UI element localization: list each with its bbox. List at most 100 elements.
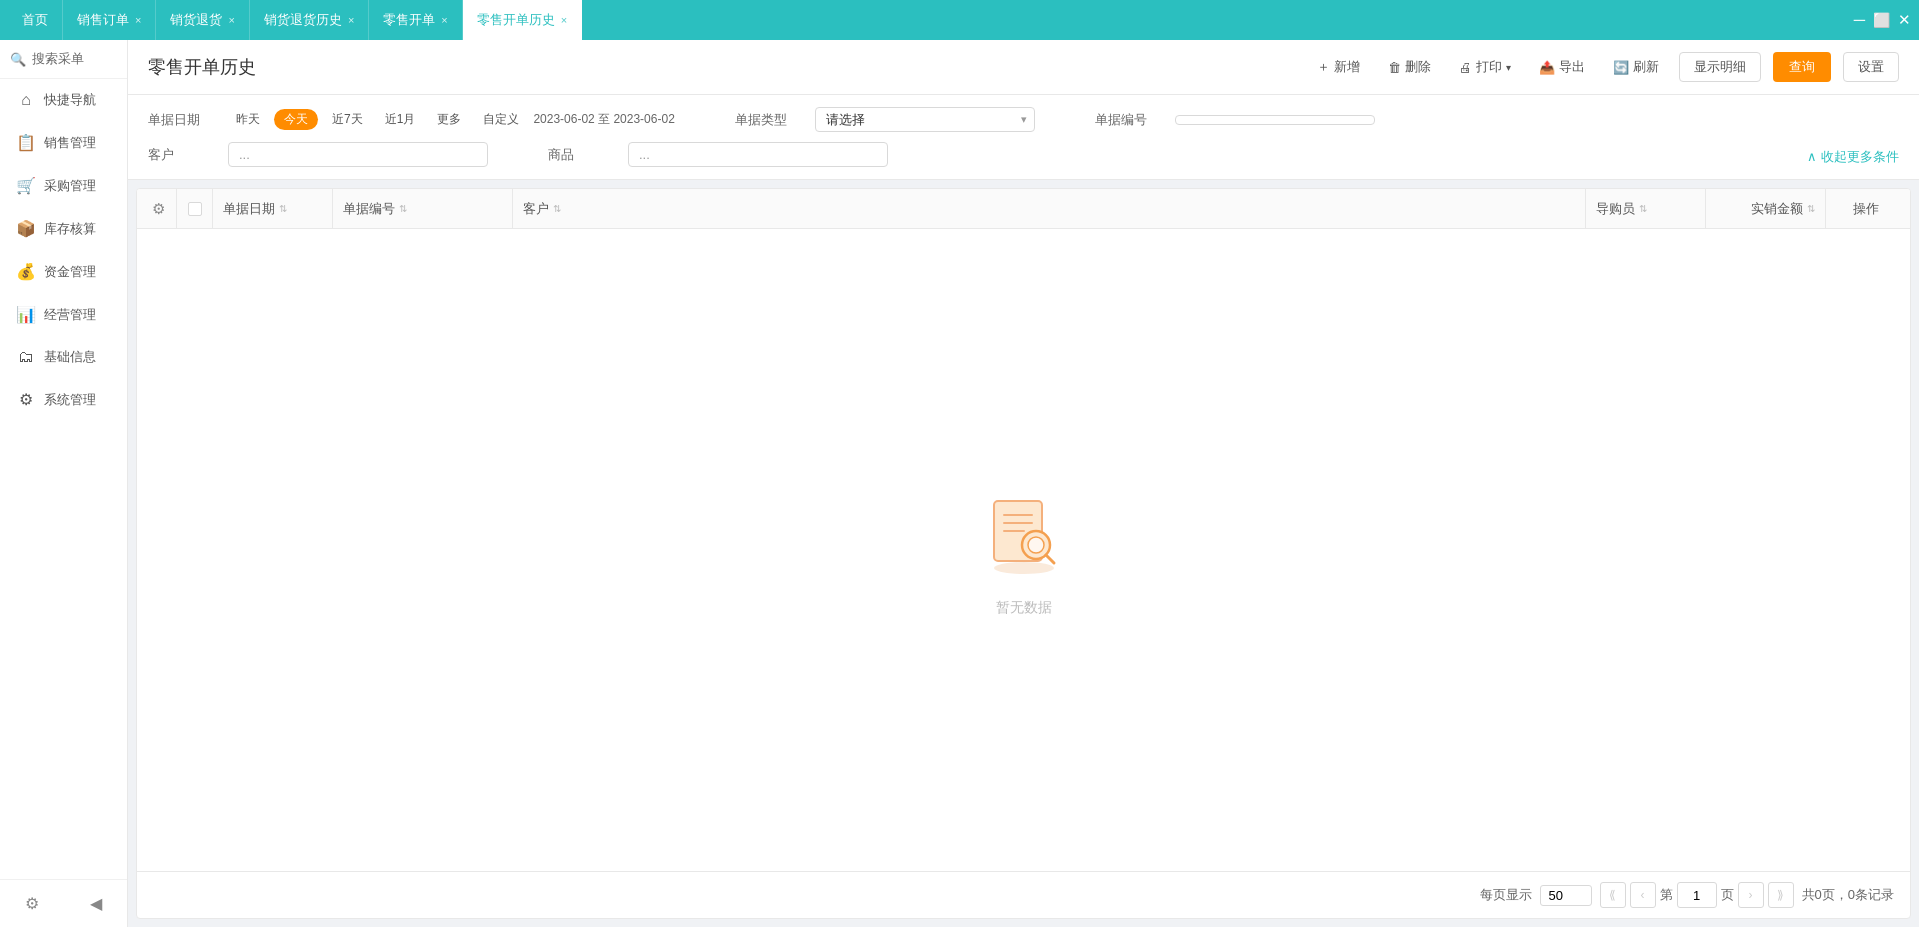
basic-info-icon: 🗂 [16,348,36,366]
sidebar-settings-btn[interactable]: ⚙ [21,890,43,917]
th-billno[interactable]: 单据编号 ⇅ [333,189,513,228]
tab-sales-return[interactable]: 销货退货 × [156,0,249,40]
th-customer[interactable]: 客户 ⇅ [513,189,1586,228]
query-button[interactable]: 查询 [1773,52,1831,82]
sidebar-search[interactable]: 🔍 搜索采单 [0,40,127,79]
tab-sales-order-close[interactable]: × [135,14,141,26]
per-page-select[interactable]: 20 50 100 [1540,885,1592,906]
date-btn-1month[interactable]: 近1月 [377,109,424,130]
sidebar-item-purchase-mgmt-label: 采购管理 [44,177,96,195]
sidebar-item-ops-mgmt-label: 经营管理 [44,306,96,324]
tab-home[interactable]: 首页 [8,0,63,40]
select-all-checkbox[interactable] [188,202,202,216]
th-guide[interactable]: 导购员 ⇅ [1586,189,1706,228]
goods-input[interactable]: ... [628,142,888,167]
collapse-label: 收起更多条件 [1821,148,1899,166]
sidebar-item-inventory[interactable]: 📦 库存核算 [0,207,127,250]
tab-retail-open[interactable]: 零售开单 × [369,0,462,40]
sys-icon: ⚙ [16,390,36,409]
page-last-btn[interactable]: ⟫ [1768,882,1794,908]
tab-retail-open-close[interactable]: × [441,14,447,26]
collapse-button[interactable]: ∧ 收起更多条件 [1807,148,1899,166]
th-amount-sort-icon: ⇅ [1807,203,1815,214]
add-button[interactable]: ＋ 新增 [1309,54,1368,80]
minimize-btn[interactable]: ─ [1854,11,1865,29]
tab-sales-return-close[interactable]: × [228,14,234,26]
sidebar-item-ops-mgmt[interactable]: 📊 经营管理 [0,293,127,336]
table-header: ⚙ 单据日期 ⇅ 单据编号 ⇅ 客户 ⇅ 导购员 [137,189,1910,229]
toolbar: ＋ 新增 🗑 删除 🖨 打印 ▾ 📤 导出 🔄 [1309,52,1899,82]
finance-icon: 💰 [16,262,36,281]
sidebar-item-basic-info[interactable]: 🗂 基础信息 [0,336,127,378]
refresh-button[interactable]: 🔄 刷新 [1605,54,1667,80]
pagination: 每页显示 20 50 100 ⟪ ‹ 第 页 › ⟫ [137,871,1910,918]
bill-type-select[interactable]: 请选择 [815,107,1035,132]
th-settings[interactable]: ⚙ [141,189,177,228]
svg-point-7 [1028,537,1044,553]
th-customer-sort-icon: ⇅ [553,203,561,214]
bill-no-input[interactable] [1175,115,1375,125]
query-label: 查询 [1789,58,1815,76]
print-button[interactable]: 🖨 打印 ▾ [1451,54,1519,80]
close-btn[interactable]: ✕ [1898,11,1911,29]
goods-label: 商品 [548,146,608,164]
tab-retail-open-history[interactable]: 零售开单历史 × [463,0,582,40]
page-header: 零售开单历史 ＋ 新增 🗑 删除 🖨 打印 ▾ 📤 导出 [128,40,1919,95]
sidebar-item-finance-label: 资金管理 [44,263,96,281]
sidebar-item-basic-info-label: 基础信息 [44,348,96,366]
export-button[interactable]: 📤 导出 [1531,54,1593,80]
column-settings-icon[interactable]: ⚙ [152,200,165,218]
per-page-label: 每页显示 [1480,886,1532,904]
date-range-display: 2023-06-02 至 2023-06-02 [533,111,674,128]
page-title: 零售开单历史 [148,55,256,79]
per-page-select-wrap: 20 50 100 [1540,885,1592,906]
th-date-sort-icon: ⇅ [279,203,287,214]
sidebar-bottom: ⚙ ◀ [0,879,127,927]
inventory-icon: 📦 [16,219,36,238]
display-cols-button[interactable]: 显示明细 [1679,52,1761,82]
sidebar-item-finance[interactable]: 💰 资金管理 [0,250,127,293]
page-prev-btn[interactable]: ‹ [1630,882,1656,908]
page-next-btn[interactable]: › [1738,882,1764,908]
date-btn-more[interactable]: 更多 [429,109,469,130]
tab-retail-open-history-close[interactable]: × [561,14,567,26]
sidebar-item-purchase-mgmt[interactable]: 🛒 采购管理 [0,164,127,207]
tab-home-label: 首页 [22,11,48,29]
sidebar-collapse-btn[interactable]: ◀ [86,890,106,917]
th-amount[interactable]: 实销金额 ⇅ [1706,189,1826,228]
tab-sales-return-label: 销货退货 [170,11,222,29]
date-btn-7days[interactable]: 近7天 [324,109,371,130]
th-guide-label: 导购员 [1596,200,1635,218]
tab-sales-return-history-close[interactable]: × [348,14,354,26]
ops-icon: 📊 [16,305,36,324]
refresh-icon: 🔄 [1613,60,1629,75]
th-date-label: 单据日期 [223,200,275,218]
date-btn-today[interactable]: 今天 [274,109,318,130]
sidebar-item-sys-mgmt[interactable]: ⚙ 系统管理 [0,378,127,421]
purchase-icon: 🛒 [16,176,36,195]
page-number-input[interactable] [1677,882,1717,908]
th-date[interactable]: 单据日期 ⇅ [213,189,333,228]
bill-type-label: 单据类型 [735,111,795,129]
customer-input[interactable]: ... [228,142,488,167]
window-controls: ─ ⬜ ✕ [1854,11,1911,29]
tab-sales-return-history-label: 销货退货历史 [264,11,342,29]
sidebar-item-quick-nav-label: 快捷导航 [44,91,96,109]
th-amount-label: 实销金额 [1751,200,1803,218]
settings-button[interactable]: 设置 [1843,52,1899,82]
date-btn-yesterday[interactable]: 昨天 [228,109,268,130]
content-area: 零售开单历史 ＋ 新增 🗑 删除 🖨 打印 ▾ 📤 导出 [128,40,1919,927]
th-checkbox[interactable] [177,189,213,228]
date-btn-custom[interactable]: 自定义 [475,109,527,130]
page-word: 第 [1660,886,1673,904]
page-first-btn[interactable]: ⟪ [1600,882,1626,908]
tab-sales-order[interactable]: 销售订单 × [63,0,156,40]
sidebar-item-sales-mgmt[interactable]: 📋 销售管理 [0,121,127,164]
sidebar-search-label: 搜索采单 [32,50,84,68]
restore-btn[interactable]: ⬜ [1873,12,1890,28]
sidebar-item-quick-nav[interactable]: ⌂ 快捷导航 [0,79,127,121]
th-customer-label: 客户 [523,200,549,218]
delete-button[interactable]: 🗑 删除 [1380,54,1439,80]
tab-sales-return-history[interactable]: 销货退货历史 × [250,0,369,40]
sidebar-item-sys-mgmt-label: 系统管理 [44,391,96,409]
